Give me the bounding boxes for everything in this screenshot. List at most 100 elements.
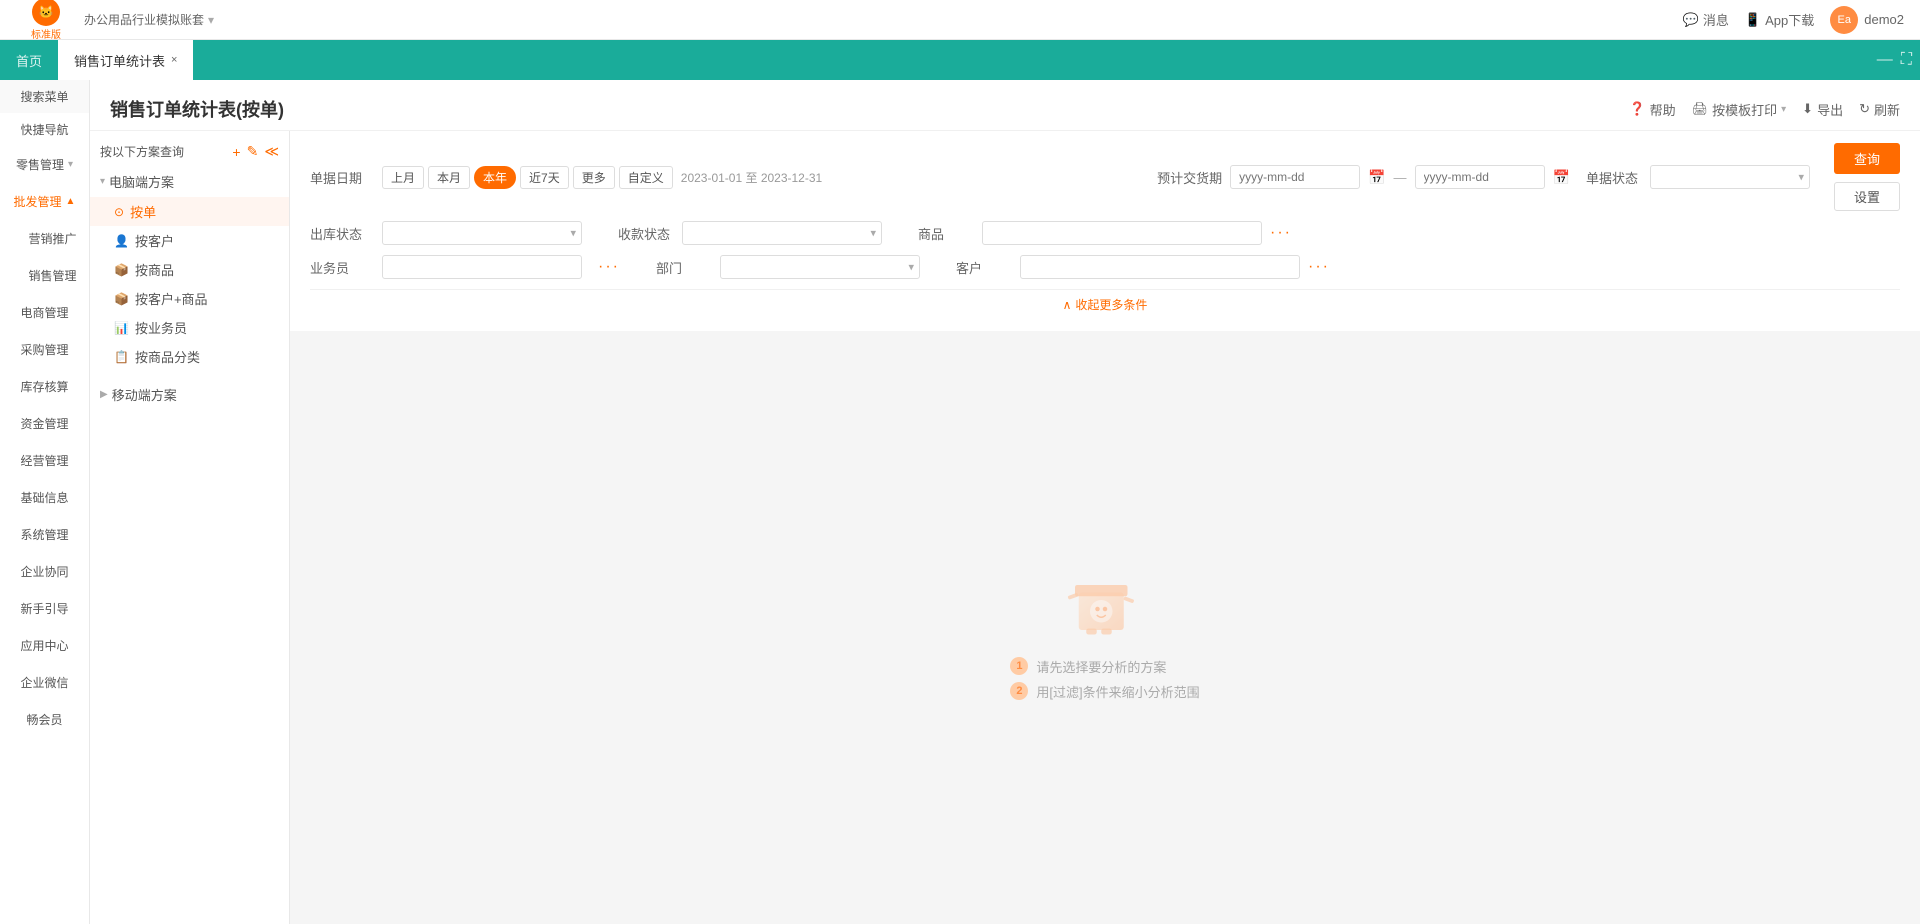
order-status-label: 单据状态 [1586,168,1642,187]
product-input[interactable] [982,221,1262,245]
message-btn[interactable]: 💬 消息 [1683,10,1729,29]
sidebar-item-collab[interactable]: 企业协同 [0,553,89,590]
window-minimize-icon[interactable]: — [1877,51,1893,69]
app-download-btn[interactable]: 📱 App下载 [1745,10,1814,29]
date-btn-more[interactable]: 更多 [573,166,615,189]
date-btn-custom[interactable]: 自定义 [619,166,673,189]
sidebar-item-search-menu[interactable]: 搜索菜单 [0,80,89,113]
delivery-date-start-icon[interactable]: 📅 [1368,169,1385,186]
refresh-btn[interactable]: ↻ 刷新 [1859,100,1900,119]
empty-illustration [1060,555,1150,645]
basic-label: 基础信息 [20,489,68,506]
print-btn[interactable]: 🖨 按模板打印 ▾ [1692,100,1787,119]
collapse-label: 收起更多条件 [1075,296,1147,313]
tab-sales-order[interactable]: 销售订单统计表 × [58,40,193,80]
dept-select[interactable] [720,255,920,279]
avatar: Ea [1830,6,1858,34]
sidebar-item-sales[interactable]: 销售管理 [0,257,89,294]
salesman-input[interactable] [382,255,582,279]
breadcrumb-arrow[interactable]: ▾ [208,13,214,27]
customer-input[interactable] [1020,255,1300,279]
receipt-status-select[interactable] [682,221,882,245]
tab-home[interactable]: 首页 [0,40,58,80]
breadcrumb: 办公用品行业模拟账套 ▾ [84,11,214,28]
receipt-status-group: 收款状态 [618,221,882,245]
sidebar-item-purchase[interactable]: 采购管理 [0,331,89,368]
salesman-label: 业务员 [310,258,366,277]
date-btn-last-month[interactable]: 上月 [382,166,424,189]
scheme-item-by-order[interactable]: ⊙ 按单 [90,197,289,226]
delivery-date-end-icon[interactable]: 📅 [1553,169,1570,186]
date-btn-last-7-days[interactable]: 近7天 [520,166,569,189]
sidebar-item-member[interactable]: 畅会员 [0,701,89,738]
product-dots[interactable]: ··· [1270,224,1292,242]
sidebar-item-quick-nav[interactable]: 快捷导航 [0,113,89,146]
sidebar-item-finance[interactable]: 资金管理 [0,405,89,442]
sidebar-item-wholesale[interactable]: 批发管理 ▲ [0,183,89,220]
window-maximize-icon[interactable]: ⛶ [1901,51,1912,69]
scheme-item-by-customer-product[interactable]: 📦 按客户+商品 [90,284,289,313]
scheme-category-pc: ▾ 电脑端方案 [90,168,289,195]
tab-close-icon[interactable]: × [171,54,177,66]
order-status-select-wrap [1650,165,1810,189]
delivery-date-start[interactable] [1230,165,1360,189]
wechat-label: 企业微信 [20,674,68,691]
search-menu-label: 搜索菜单 [20,90,68,104]
customer-dots[interactable]: ··· [1308,258,1330,276]
sidebar-item-guide[interactable]: 新手引导 [0,590,89,627]
sidebar-item-wechat[interactable]: 企业微信 [0,664,89,701]
by-product-icon: 📦 [114,263,129,277]
by-customer-label: 按客户 [135,231,174,250]
collapse-bar[interactable]: ∧ 收起更多条件 [310,289,1900,319]
query-button[interactable]: 查询 [1834,143,1900,174]
pc-category-label: 电脑端方案 [109,172,174,191]
scheme-category-pc-row[interactable]: ▾ 电脑端方案 [100,170,279,193]
ship-status-select-wrap [382,221,582,245]
user-name: demo2 [1864,12,1904,27]
empty-hints: 1 请先选择要分析的方案 2 用[过滤]条件来缩小分析范围 [1010,657,1199,701]
sidebar-item-ecommerce[interactable]: 电商管理 [0,294,89,331]
collab-label: 企业协同 [20,563,68,580]
page-header: 销售订单统计表(按单) ❓ 帮助 🖨 按模板打印 ▾ ⬇ 导出 ↻ 刷新 [90,80,1920,131]
order-status-group: 单据状态 [1586,165,1810,189]
sidebar-item-basic[interactable]: 基础信息 [0,479,89,516]
tab-sales-order-label: 销售订单统计表 [74,51,165,70]
scheme-item-by-product[interactable]: 📦 按商品 [90,255,289,284]
scheme-category-mobile-row[interactable]: ▶ 移动端方案 [100,383,279,406]
message-icon: 💬 [1683,12,1699,28]
scheme-edit-icon[interactable]: ✎ [247,143,259,160]
retail-label: 零售管理 [16,156,64,173]
scheme-category-mobile: ▶ 移动端方案 [90,381,289,408]
customer-label: 客户 [956,258,1012,277]
scheme-item-by-category[interactable]: 📋 按商品分类 [90,342,289,371]
wholesale-label: 批发管理 [14,193,62,210]
delivery-date-end[interactable] [1415,165,1545,189]
scheme-header: 按以下方案查询 + ✎ ≪ [90,139,289,168]
top-bar-right: 💬 消息 📱 App下载 Ea demo2 [1683,6,1904,34]
sidebar-item-system[interactable]: 系统管理 [0,516,89,553]
scheme-add-icon[interactable]: + [232,144,240,160]
sidebar-item-inventory[interactable]: 库存核算 [0,368,89,405]
sidebar-item-marketing[interactable]: 营销推广 [0,220,89,257]
delivery-date-label: 预计交货期 [1157,168,1222,187]
date-btn-this-month[interactable]: 本月 [428,166,470,189]
hint-num-1: 1 [1010,657,1028,675]
hint-text-1: 请先选择要分析的方案 [1036,657,1166,676]
sidebar-item-apps[interactable]: 应用中心 [0,627,89,664]
scheme-item-by-salesman[interactable]: 📊 按业务员 [90,313,289,342]
ship-status-select[interactable] [382,221,582,245]
order-status-select[interactable] [1650,165,1810,189]
sidebar-item-retail[interactable]: 零售管理 ▾ [0,146,89,183]
finance-label: 资金管理 [20,415,68,432]
scheme-collapse-icon[interactable]: ≪ [264,143,279,160]
settings-button[interactable]: 设置 [1834,182,1900,211]
user-menu[interactable]: Ea demo2 [1830,6,1904,34]
scheme-panel: 按以下方案查询 + ✎ ≪ ▾ 电脑端方案 ⊙ [90,131,290,924]
scheme-item-by-customer[interactable]: 👤 按客户 [90,226,289,255]
date-btn-this-year[interactable]: 本年 [474,166,516,189]
export-btn[interactable]: ⬇ 导出 [1802,100,1843,119]
help-btn[interactable]: ❓ 帮助 [1629,100,1675,119]
salesman-dots[interactable]: ··· [598,258,620,276]
ecommerce-label: 电商管理 [20,304,68,321]
sidebar-item-operation[interactable]: 经营管理 [0,442,89,479]
